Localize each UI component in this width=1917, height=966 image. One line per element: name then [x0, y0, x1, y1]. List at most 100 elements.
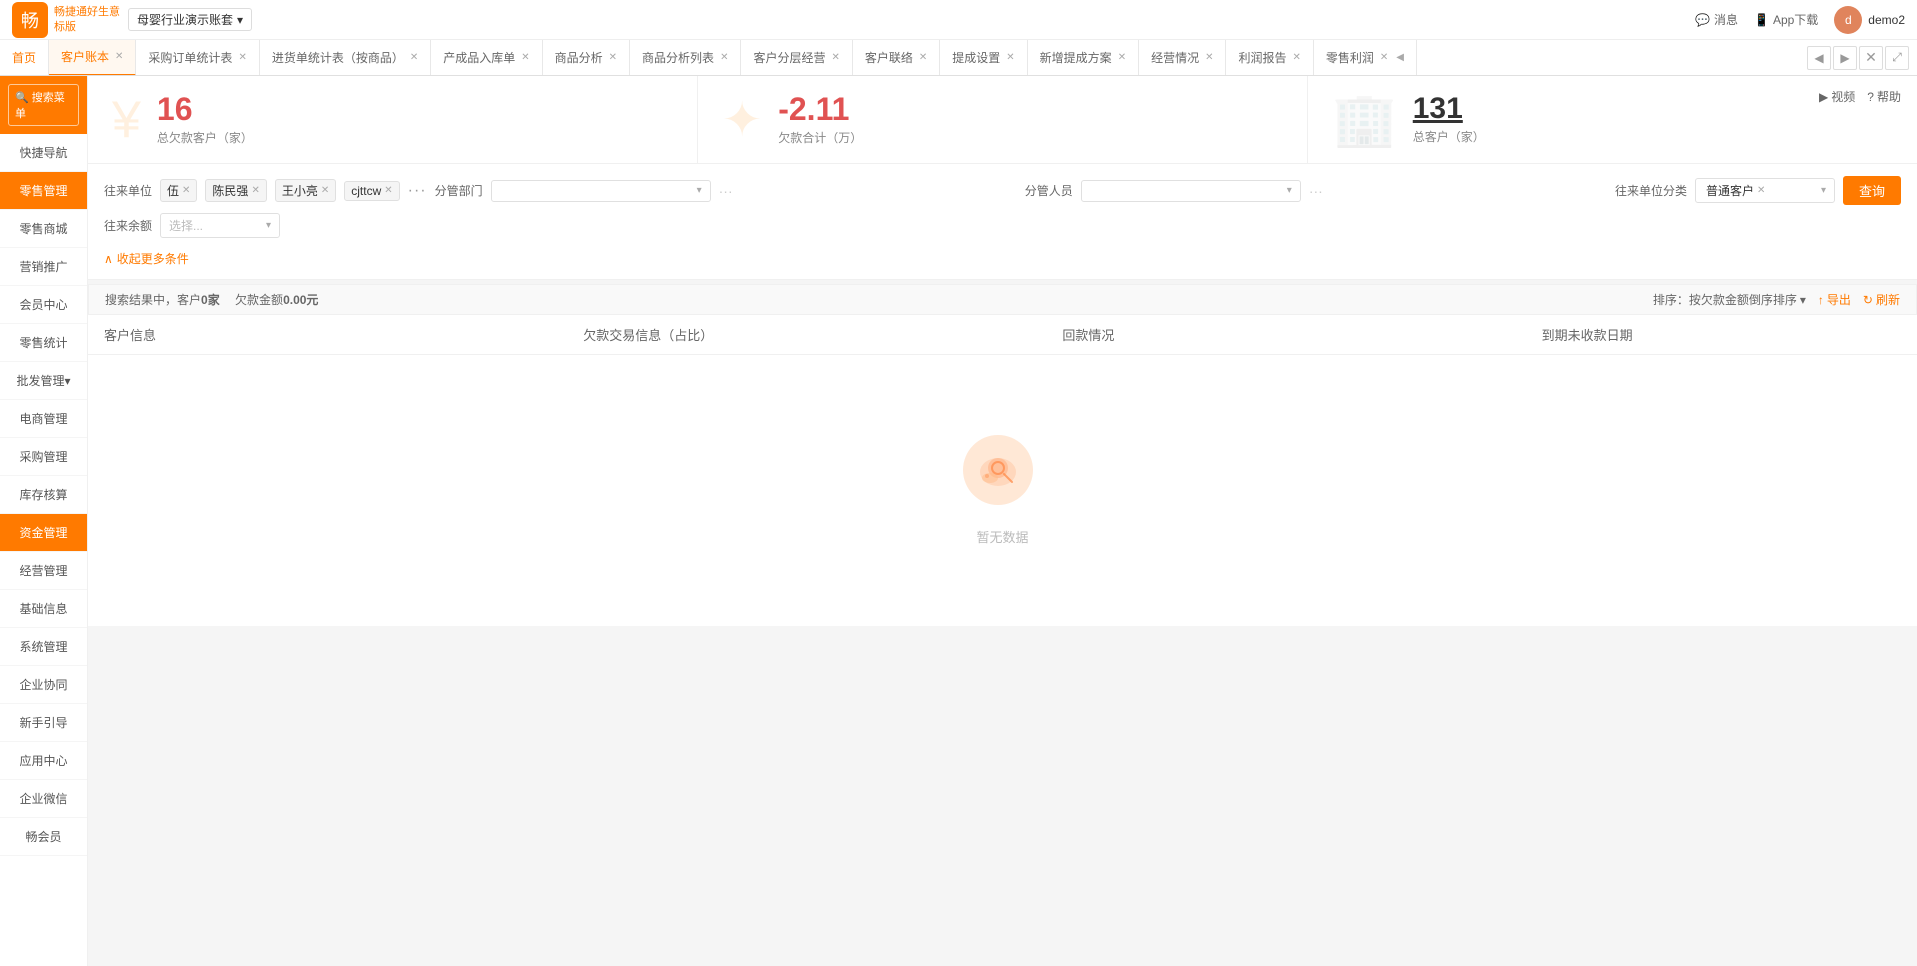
tab-prev-button[interactable]: ◀: [1807, 46, 1831, 70]
message-button[interactable]: 💬 消息: [1695, 11, 1738, 28]
sidebar-item-zero-retail[interactable]: 零售管理: [0, 172, 87, 210]
main-layout: 🔍 搜索菜单 快捷导航 零售管理 零售商城 营销推广 会员中心 零售统计 批发管…: [0, 76, 1917, 966]
sidebar-item-quick-nav[interactable]: 快捷导航: [0, 134, 87, 172]
unit-filter-label: 往来单位: [104, 182, 152, 199]
dept-dropdown-icon: ▾: [697, 185, 702, 196]
sidebar-item-ecom[interactable]: 电商管理: [0, 400, 87, 438]
tab-product-analysis-list[interactable]: 商品分析列表 ✕: [630, 40, 741, 76]
tab-business[interactable]: 经营情况 ✕: [1139, 40, 1226, 76]
tab-commission-settings[interactable]: 提成设置 ✕: [940, 40, 1027, 76]
balance-dropdown-icon: ▾: [266, 220, 271, 231]
tab-retail-profit[interactable]: 零售利润 ✕ ◀: [1314, 40, 1417, 76]
close-tab-icon[interactable]: ✕: [831, 52, 839, 63]
close-tab-icon[interactable]: ✕: [609, 52, 617, 63]
sort-button[interactable]: 排序：按欠款金额倒序排序 ▾: [1653, 291, 1806, 308]
sidebar-item-collab[interactable]: 企业协同: [0, 666, 87, 704]
sidebar-item-vip[interactable]: 畅会员: [0, 818, 87, 856]
sidebar-item-inventory[interactable]: 库存核算: [0, 476, 87, 514]
close-tab-icon[interactable]: ✕: [1380, 52, 1388, 63]
logo-text: 畅捷通好生意 标版: [54, 5, 120, 34]
app-download-button[interactable]: 📱 App下载: [1754, 11, 1818, 28]
sidebar-item-base[interactable]: 基础信息: [0, 590, 87, 628]
help-links: ▶ 视频 ? 帮助: [1819, 88, 1901, 105]
close-tab-icon[interactable]: ✕: [410, 52, 418, 63]
search-menu-button[interactable]: 🔍 搜索菜单: [8, 84, 79, 126]
workspace-selector[interactable]: 母婴行业演示账套 ▾: [128, 8, 252, 31]
message-icon: 💬: [1695, 13, 1710, 27]
export-button[interactable]: ↑ 导出: [1818, 291, 1851, 308]
sidebar: 🔍 搜索菜单 快捷导航 零售管理 零售商城 营销推广 会员中心 零售统计 批发管…: [0, 76, 88, 966]
stat-value-1: 16: [157, 93, 253, 125]
sidebar-item-finance[interactable]: 资金管理: [0, 514, 87, 552]
sidebar-item-purchase[interactable]: 采购管理: [0, 438, 87, 476]
refresh-button[interactable]: ↻ 刷新: [1863, 291, 1900, 308]
query-button[interactable]: 查询: [1843, 176, 1901, 205]
person-more-icon[interactable]: ···: [1309, 183, 1323, 199]
close-tab-icon[interactable]: ✕: [115, 51, 123, 62]
avatar: d: [1834, 6, 1862, 34]
tab-next-button[interactable]: ▶: [1833, 46, 1857, 70]
tab-close-all-button[interactable]: ✕: [1859, 46, 1883, 70]
close-tab-icon[interactable]: ✕: [1006, 52, 1014, 63]
unit-class-tag: 普通客户 ✕: [1704, 182, 1767, 199]
unit-class-dropdown-icon: ▾: [1821, 185, 1826, 196]
filter-more-icon[interactable]: ···: [408, 182, 427, 200]
th-customer-info: 客户信息: [104, 325, 583, 344]
sidebar-item-member[interactable]: 会员中心: [0, 286, 87, 324]
close-tab-icon[interactable]: ✕: [919, 52, 927, 63]
tab-customer-ledger[interactable]: 客户账本 ✕: [49, 40, 136, 76]
sidebar-item-ops[interactable]: 经营管理: [0, 552, 87, 590]
person-filter-label: 分管人员: [1025, 182, 1073, 199]
user-area[interactable]: d demo2: [1834, 6, 1905, 34]
sidebar-item-zero-mall[interactable]: 零售商城: [0, 210, 87, 248]
stat-icon-2: ✦: [722, 92, 762, 148]
sidebar-item-system[interactable]: 系统管理: [0, 628, 87, 666]
person-selector[interactable]: ▾: [1081, 180, 1301, 202]
dept-filter-label: 分管部门: [435, 182, 483, 199]
logo-area: 畅 畅捷通好生意 标版: [12, 2, 120, 38]
top-right-area: 💬 消息 📱 App下载 d demo2: [1695, 6, 1905, 34]
sidebar-item-stats[interactable]: 零售统计: [0, 324, 87, 362]
remove-tag-wu[interactable]: ✕: [182, 185, 190, 196]
filter-area: 往来单位 伍 ✕ 陈民强 ✕ 王小亮 ✕ cjttcw ✕ ···: [88, 164, 1917, 280]
logo-icon: 畅: [12, 2, 48, 38]
tab-new-commission[interactable]: 新增提成方案 ✕: [1028, 40, 1139, 76]
dept-more-icon[interactable]: ···: [719, 183, 733, 199]
chevron-left-icon: ◀: [1396, 52, 1404, 63]
remove-tag-cjttcw[interactable]: ✕: [384, 185, 392, 196]
empty-svg: [968, 440, 1028, 500]
result-actions: 排序：按欠款金额倒序排序 ▾ ↑ 导出 ↻ 刷新: [1653, 291, 1900, 308]
remove-unit-class-tag[interactable]: ✕: [1757, 185, 1765, 196]
balance-selector[interactable]: 选择... ▾: [160, 213, 280, 238]
close-tab-icon[interactable]: ✕: [521, 52, 529, 63]
tab-profit-report[interactable]: 利润报告 ✕: [1226, 40, 1313, 76]
tab-customer-contact[interactable]: 客户联络 ✕: [853, 40, 940, 76]
tab-maximize-button[interactable]: ⤢: [1885, 46, 1909, 70]
sidebar-item-wechat[interactable]: 企业微信: [0, 780, 87, 818]
close-tab-icon[interactable]: ✕: [238, 52, 246, 63]
collapse-filters-button[interactable]: ∧ 收起更多条件: [104, 250, 1901, 267]
empty-text: 暂无数据: [976, 527, 1028, 546]
tab-purchase-stats[interactable]: 采购订单统计表 ✕: [136, 40, 259, 76]
close-tab-icon[interactable]: ✕: [1205, 52, 1213, 63]
tab-stock-stats[interactable]: 进货单统计表（按商品） ✕: [260, 40, 431, 76]
sidebar-item-batch[interactable]: 批发管理 ▾: [0, 362, 87, 400]
help-link[interactable]: ? 帮助: [1867, 88, 1901, 105]
remove-tag-chen[interactable]: ✕: [251, 185, 259, 196]
tab-produce-stock[interactable]: 产成品入库单 ✕: [431, 40, 542, 76]
close-tab-icon[interactable]: ✕: [1293, 52, 1301, 63]
video-link[interactable]: ▶ 视频: [1819, 88, 1855, 105]
sidebar-item-apps[interactable]: 应用中心: [0, 742, 87, 780]
sidebar-item-marketing[interactable]: 营销推广: [0, 248, 87, 286]
tab-customer-tier[interactable]: 客户分层经营 ✕: [741, 40, 852, 76]
remove-tag-wang[interactable]: ✕: [321, 185, 329, 196]
close-tab-icon[interactable]: ✕: [720, 52, 728, 63]
tab-product-analysis[interactable]: 商品分析 ✕: [543, 40, 630, 76]
close-tab-icon[interactable]: ✕: [1118, 52, 1126, 63]
dept-selector[interactable]: ▾: [491, 180, 711, 202]
sidebar-item-guide[interactable]: 新手引导: [0, 704, 87, 742]
filter-tag-cjttcw: cjttcw ✕: [344, 181, 399, 201]
result-count-label: 搜索结果中，客户0家: [105, 293, 220, 307]
tab-home[interactable]: 首页: [0, 40, 49, 76]
unit-class-selector[interactable]: 普通客户 ✕ ▾: [1695, 178, 1835, 203]
